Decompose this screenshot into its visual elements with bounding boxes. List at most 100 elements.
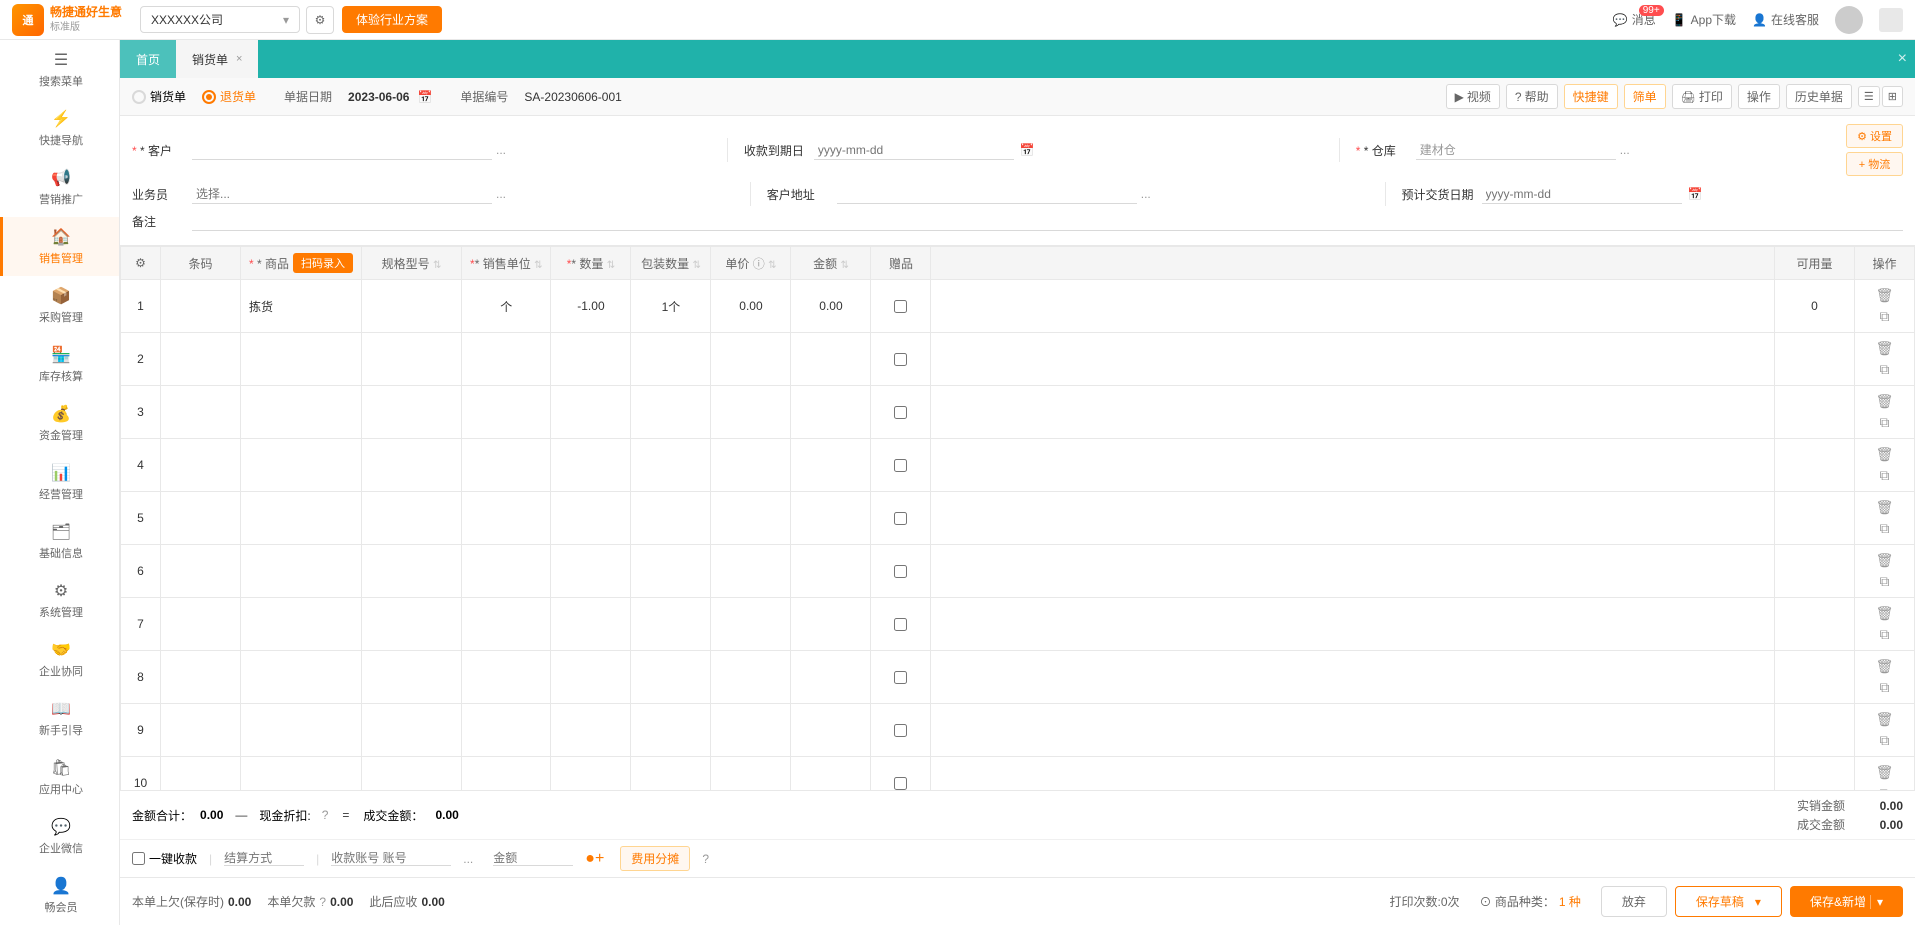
row-spec[interactable]	[362, 651, 462, 704]
draft-button[interactable]: 保存草稿 ▾	[1675, 886, 1782, 917]
row-remark[interactable]	[931, 704, 1775, 757]
calc-method-input[interactable]	[224, 851, 304, 866]
row-spec[interactable]	[362, 704, 462, 757]
discard-button[interactable]: 放弃	[1601, 886, 1667, 917]
expected-date-input[interactable]	[1482, 185, 1682, 204]
sidebar-item-finance[interactable]: 💰 资金管理	[0, 394, 119, 453]
row-product[interactable]	[241, 439, 362, 492]
row-spec[interactable]	[362, 492, 462, 545]
row-gift[interactable]	[871, 704, 931, 757]
row-qty[interactable]	[551, 651, 631, 704]
one-click-pay-checkbox[interactable]	[132, 852, 145, 865]
logistics-side-btn[interactable]: + 物流	[1846, 152, 1903, 176]
due-date-calendar-icon[interactable]: 📅	[1020, 143, 1035, 157]
row-remark[interactable]	[931, 439, 1775, 492]
row-delete-btn[interactable]: 🗑	[1873, 762, 1897, 783]
row-gift[interactable]	[871, 386, 931, 439]
row-delete-btn[interactable]: 🗑	[1873, 391, 1897, 412]
row-gift[interactable]	[871, 492, 931, 545]
row-qty[interactable]	[551, 386, 631, 439]
row-barcode[interactable]	[161, 492, 241, 545]
row-gift[interactable]	[871, 598, 931, 651]
row-remark[interactable]	[931, 598, 1775, 651]
row-remark[interactable]	[931, 545, 1775, 598]
row-product[interactable]	[241, 651, 362, 704]
settings-gear-button[interactable]: ⚙	[306, 6, 334, 34]
message-button[interactable]: 💬 消息 99+	[1613, 11, 1656, 28]
save-new-button[interactable]: 保存&新增 ▾	[1790, 886, 1903, 917]
amount-input[interactable]	[493, 851, 573, 866]
sidebar-item-inventory[interactable]: 🏪 库存核算	[0, 335, 119, 394]
row-qty[interactable]	[551, 545, 631, 598]
trial-button[interactable]: 体验行业方案	[342, 6, 442, 33]
scan-button[interactable]: 扫码录入	[293, 253, 353, 273]
row-barcode[interactable]	[161, 280, 241, 333]
row-price[interactable]	[711, 545, 791, 598]
row-price[interactable]	[711, 757, 791, 791]
tab-close-button[interactable]: ×	[1898, 50, 1907, 68]
row-barcode[interactable]	[161, 757, 241, 791]
row-delete-btn[interactable]: 🗑	[1873, 285, 1897, 306]
row-delete-btn[interactable]: 🗑	[1873, 338, 1897, 359]
row-spec[interactable]	[362, 280, 462, 333]
row-remark[interactable]	[931, 333, 1775, 386]
customer-addr-dots-btn[interactable]: ...	[1137, 187, 1155, 201]
row-remark[interactable]	[931, 280, 1775, 333]
list-view-btn[interactable]: ☰	[1858, 86, 1880, 107]
row-delete-btn[interactable]: 🗑	[1873, 550, 1897, 571]
row-gift[interactable]	[871, 545, 931, 598]
row-product[interactable]	[241, 704, 362, 757]
price-sort-icon[interactable]: ⇅	[768, 260, 776, 271]
salesperson-input[interactable]	[192, 185, 492, 204]
qty-sort-icon[interactable]: ⇅	[607, 260, 615, 271]
warehouse-input[interactable]	[1416, 141, 1616, 160]
radio-return-order[interactable]: 退货单	[202, 88, 256, 105]
shortcut-button[interactable]: 快捷键	[1564, 84, 1618, 109]
row-copy-btn[interactable]: ⧉	[1877, 571, 1893, 592]
sidebar-item-apps[interactable]: 🛍 应用中心	[0, 748, 119, 807]
row-gift[interactable]	[871, 757, 931, 791]
customer-dots-btn[interactable]: ...	[492, 143, 510, 157]
pack-sort-icon[interactable]: ⇅	[692, 260, 700, 271]
row-qty[interactable]	[551, 757, 631, 791]
filter-button[interactable]: 筛单	[1624, 84, 1666, 109]
row-copy-btn[interactable]: ⧉	[1877, 518, 1893, 539]
row-barcode[interactable]	[161, 704, 241, 757]
row-price[interactable]: 0.00	[711, 280, 791, 333]
curr-debt-help-icon[interactable]: ?	[319, 895, 326, 909]
row-qty[interactable]	[551, 333, 631, 386]
row-price[interactable]	[711, 492, 791, 545]
row-price[interactable]	[711, 386, 791, 439]
row-product[interactable]	[241, 545, 362, 598]
account-dots-btn[interactable]: ...	[459, 852, 477, 866]
sidebar-item-guide[interactable]: 📖 新手引导	[0, 689, 119, 748]
sidebar-item-management[interactable]: 📊 经营管理	[0, 453, 119, 512]
row-barcode[interactable]	[161, 386, 241, 439]
row-spec[interactable]	[362, 598, 462, 651]
grid-view-btn[interactable]: ⊞	[1882, 86, 1903, 107]
sidebar-item-member[interactable]: 👤 畅会员	[0, 866, 119, 925]
tab-close-icon[interactable]: ×	[236, 53, 242, 65]
row-delete-btn[interactable]: 🗑	[1873, 656, 1897, 677]
one-click-pay-check[interactable]: 一键收款	[132, 850, 197, 867]
row-spec[interactable]	[362, 545, 462, 598]
row-product[interactable]	[241, 333, 362, 386]
help-button[interactable]: ? 帮助	[1506, 84, 1558, 109]
row-copy-btn[interactable]: ⧉	[1877, 624, 1893, 645]
row-remark[interactable]	[931, 492, 1775, 545]
due-date-input[interactable]	[814, 141, 1014, 160]
warehouse-dots-btn[interactable]: ...	[1616, 143, 1634, 157]
row-qty[interactable]	[551, 492, 631, 545]
row-copy-btn[interactable]: ⧉	[1877, 677, 1893, 698]
row-spec[interactable]	[362, 333, 462, 386]
customer-input[interactable]	[192, 141, 492, 160]
sidebar-item-marketing[interactable]: 📢 营销推广	[0, 158, 119, 217]
sidebar-item-system[interactable]: ⚙ 系统管理	[0, 571, 119, 630]
row-qty[interactable]	[551, 439, 631, 492]
row-product[interactable]	[241, 386, 362, 439]
online-service-button[interactable]: 👤 在线客服	[1752, 11, 1819, 28]
row-copy-btn[interactable]: ⧉	[1877, 783, 1893, 790]
spec-sort-icon[interactable]: ⇅	[433, 260, 441, 271]
row-price[interactable]	[711, 333, 791, 386]
sidebar-item-quick-nav[interactable]: ⚡ 快捷导航	[0, 99, 119, 158]
